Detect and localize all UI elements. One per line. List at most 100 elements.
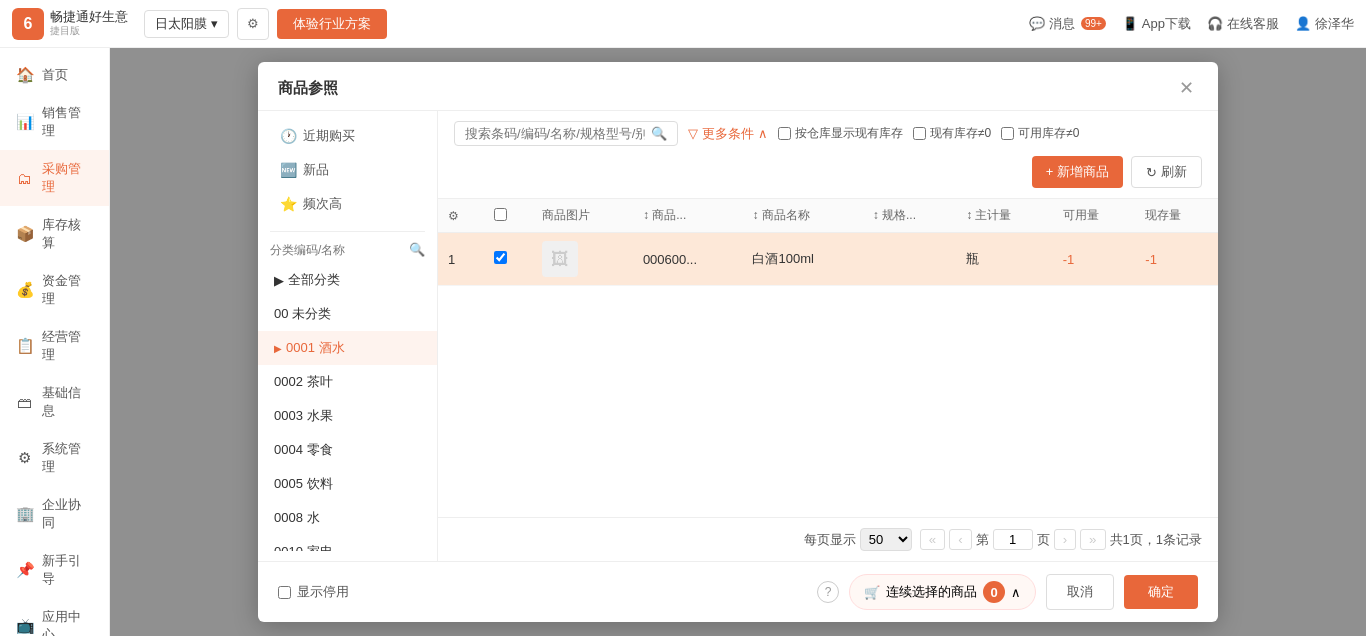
- frequent-high-btn[interactable]: ⭐ 频次高: [270, 189, 425, 219]
- logo-text: 畅捷通好生意: [50, 9, 128, 25]
- col-checkbox[interactable]: [484, 199, 533, 233]
- row-checkbox[interactable]: [484, 233, 533, 286]
- app-download-item[interactable]: 📱 App下载: [1122, 15, 1191, 33]
- page-label: 第: [976, 531, 989, 549]
- nav-selector-arrow: ▾: [211, 16, 218, 31]
- finance-icon: 💰: [16, 281, 34, 299]
- logo-sub: 捷目版: [50, 24, 128, 38]
- modal-footer: 显示停用 ? 🛒 连续选择的商品 0 ∧ 取消 确定: [258, 561, 1218, 622]
- col-unit[interactable]: ↕ 主计量: [956, 199, 1052, 233]
- cat-item-0003[interactable]: 0003 水果: [258, 399, 437, 433]
- sidebar: 🏠 首页 📊 销售管理 🗂 采购管理 📦 库存核算 💰 资金管理 📋 经营管理 …: [0, 48, 110, 636]
- user-item[interactable]: 👤 徐泽华: [1295, 15, 1354, 33]
- page-input[interactable]: [993, 529, 1033, 550]
- sidebar-item-operations[interactable]: 📋 经营管理: [0, 318, 109, 374]
- recent-buy-btn[interactable]: 🕐 近期购买: [270, 121, 425, 151]
- page-next-btn[interactable]: ›: [1054, 529, 1076, 550]
- cat-item-00[interactable]: 00 未分类: [258, 297, 437, 331]
- sidebar-item-collab[interactable]: 🏢 企业协同: [0, 486, 109, 542]
- experience-btn[interactable]: 体验行业方案: [277, 9, 387, 39]
- top-nav: 6 畅捷通好生意 捷目版 日太阳膜 ▾ ⚙ 体验行业方案 💬 消息 99+ 📱 …: [0, 0, 1366, 48]
- category-search-icon[interactable]: 🔍: [409, 242, 425, 257]
- messages-item[interactable]: 💬 消息 99+: [1029, 15, 1106, 33]
- sidebar-item-purchase[interactable]: 🗂 采购管理: [0, 150, 109, 206]
- product-table-wrap: ⚙ 商品图片 ↕ 商品... ↕ 商品名称 ↕ 规格... ↕ 主计量 可用量: [438, 199, 1218, 517]
- available-stock-checkbox-label[interactable]: 可用库存≠0: [1001, 125, 1079, 142]
- refresh-btn[interactable]: ↻ 刷新: [1131, 156, 1202, 188]
- help-icon[interactable]: ?: [817, 581, 839, 603]
- product-image: 🖼: [542, 241, 578, 277]
- existing-stock-checkbox[interactable]: [913, 127, 926, 140]
- product-table: ⚙ 商品图片 ↕ 商品... ↕ 商品名称 ↕ 规格... ↕ 主计量 可用量: [438, 199, 1218, 286]
- logo-area: 6 畅捷通好生意 捷目版: [12, 8, 128, 40]
- star-icon: ⭐: [280, 196, 297, 212]
- pagination: 每页显示 10 20 50 100 « ‹: [438, 517, 1218, 561]
- gear-icon: ⚙: [247, 16, 259, 31]
- category-list: ▶ 全部分类 00 未分类 ▶ 0001 酒水 0002 茶: [258, 263, 437, 551]
- row-select-checkbox[interactable]: [494, 251, 507, 264]
- row-seq: 1: [438, 233, 484, 286]
- new-product-btn[interactable]: 🆕 新品: [270, 155, 425, 185]
- show-disabled-checkbox[interactable]: [278, 586, 291, 599]
- cat-item-0001[interactable]: ▶ 0001 酒水: [258, 331, 437, 365]
- col-settings[interactable]: ⚙: [438, 199, 484, 233]
- nav-selector-label: 日太阳膜: [155, 15, 207, 33]
- system-icon: ⚙: [16, 449, 34, 467]
- category-quick-btns: 🕐 近期购买 🆕 新品 ⭐ 频次高: [258, 121, 437, 227]
- row-img: 🖼: [532, 233, 632, 286]
- cat-all[interactable]: ▶ 全部分类: [258, 263, 437, 297]
- cat-item-0008[interactable]: 0008 水: [258, 501, 437, 535]
- nav-right: 💬 消息 99+ 📱 App下载 🎧 在线客服 👤 徐泽华: [1029, 15, 1354, 33]
- sidebar-item-finance[interactable]: 💰 资金管理: [0, 262, 109, 318]
- col-available: 可用量: [1053, 199, 1136, 233]
- page-nav: « ‹ 第 页 › » 共1页，1条记录: [920, 529, 1202, 550]
- col-spec[interactable]: ↕ 规格...: [863, 199, 957, 233]
- online-service-item[interactable]: 🎧 在线客服: [1207, 15, 1279, 33]
- cat-item-0004[interactable]: 0004 零食: [258, 433, 437, 467]
- select-all-checkbox[interactable]: [494, 208, 507, 221]
- cat-item-0010[interactable]: 0010 家电: [258, 535, 437, 551]
- table-header-row: ⚙ 商品图片 ↕ 商品... ↕ 商品名称 ↕ 规格... ↕ 主计量 可用量: [438, 199, 1218, 233]
- page-size-dropdown[interactable]: 10 20 50 100: [860, 528, 912, 551]
- page-first-btn[interactable]: «: [920, 529, 945, 550]
- category-divider: [270, 231, 425, 232]
- cat-item-0002[interactable]: 0002 茶叶: [258, 365, 437, 399]
- table-row[interactable]: 1 🖼 000600... 白酒100ml 瓶: [438, 233, 1218, 286]
- category-search-input[interactable]: [270, 243, 403, 257]
- confirm-btn[interactable]: 确定: [1124, 575, 1198, 609]
- sidebar-item-system[interactable]: ⚙ 系统管理: [0, 430, 109, 486]
- col-name[interactable]: ↕ 商品名称: [742, 199, 862, 233]
- message-icon: 💬: [1029, 16, 1045, 31]
- nav-selector[interactable]: 日太阳膜 ▾: [144, 10, 229, 38]
- page-prev-btn[interactable]: ‹: [949, 529, 971, 550]
- col-code[interactable]: ↕ 商品...: [633, 199, 743, 233]
- sidebar-item-basic-info[interactable]: 🗃 基础信息: [0, 374, 109, 430]
- warehouse-checkbox-label[interactable]: 按仓库显示现有库存: [778, 125, 903, 142]
- page-last-btn[interactable]: »: [1080, 529, 1105, 550]
- avatar: 👤: [1295, 16, 1311, 31]
- filter-btn[interactable]: ▽ 更多条件 ∧: [688, 125, 768, 143]
- warehouse-checkbox[interactable]: [778, 127, 791, 140]
- sidebar-item-home[interactable]: 🏠 首页: [0, 56, 109, 94]
- available-stock-checkbox[interactable]: [1001, 127, 1014, 140]
- main-layout: 🏠 首页 📊 销售管理 🗂 采购管理 📦 库存核算 💰 资金管理 📋 经营管理 …: [0, 48, 1366, 636]
- sidebar-item-guide[interactable]: 📌 新手引导: [0, 542, 109, 598]
- sidebar-item-inventory[interactable]: 📦 库存核算: [0, 206, 109, 262]
- existing-stock-checkbox-label[interactable]: 现有库存≠0: [913, 125, 991, 142]
- sidebar-item-sales[interactable]: 📊 销售管理: [0, 94, 109, 150]
- search-icon[interactable]: 🔍: [651, 126, 667, 141]
- col-img: 商品图片: [532, 199, 632, 233]
- cat-item-0005[interactable]: 0005 饮料: [258, 467, 437, 501]
- modal-overlay: 商品参照 ✕ 🕐 近期购买 🆕: [110, 48, 1366, 636]
- page-total: 共1页，1条记录: [1110, 531, 1202, 549]
- row-name: 白酒100ml: [742, 233, 862, 286]
- cart-area[interactable]: 🛒 连续选择的商品 0 ∧: [849, 574, 1036, 610]
- gear-button[interactable]: ⚙: [237, 8, 269, 40]
- cancel-btn[interactable]: 取消: [1046, 574, 1114, 610]
- sidebar-item-apps[interactable]: 📺 应用中心: [0, 598, 109, 636]
- add-product-btn[interactable]: + 新增商品: [1032, 156, 1123, 188]
- toolbar-right: + 新增商品 ↻ 刷新: [1032, 156, 1202, 188]
- product-search-input[interactable]: [465, 126, 645, 141]
- modal-close-button[interactable]: ✕: [1174, 76, 1198, 100]
- footer-right: ? 🛒 连续选择的商品 0 ∧ 取消 确定: [817, 574, 1198, 610]
